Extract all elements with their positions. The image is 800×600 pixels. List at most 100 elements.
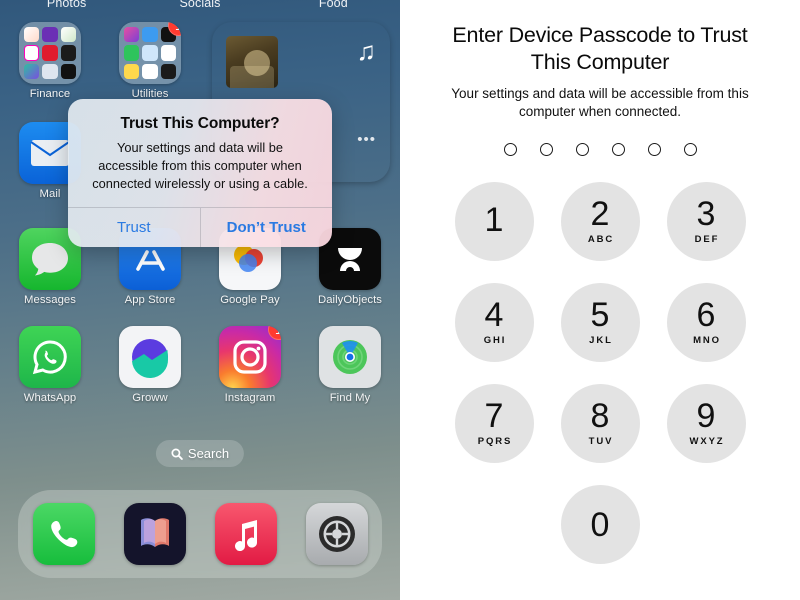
page-title-food: Food [318,0,348,10]
numeric-keypad: 1 2 ABC 3 DEF 4 GHI 5 JKL 6 MNO 7 PQRS 8… [454,182,746,565]
app-label-google-pay: Google Pay [220,294,280,306]
key-letters: WXYZ [689,435,725,447]
passcode-title: Enter Device Passcode to Trust This Comp… [452,23,748,75]
key-letters: GHI [483,334,507,346]
mini-icon [24,63,40,79]
phone-handset-glyph [50,521,77,548]
app-instagram[interactable]: 1 Instagram [200,326,300,422]
music-icon[interactable] [214,503,277,565]
envelope-glyph [30,140,70,166]
groww-glyph [132,339,169,379]
passcode-dots [503,143,697,157]
app-whatsapp[interactable]: WhatsApp [0,326,100,422]
gear-glyph [318,516,355,552]
app-label-instagram: Instagram [224,392,276,404]
page-title-photos: Photos [46,0,87,10]
search-icon [171,448,183,460]
passcode-subtitle: Your settings and data will be accessibl… [451,86,749,120]
key-1[interactable]: 1 [454,182,534,262]
mini-icon [42,63,58,79]
trust-button[interactable]: Trust [68,208,200,247]
passcode-dot [611,143,625,157]
app-label-mail: Mail [39,188,61,200]
app-groww[interactable]: Groww [100,326,200,422]
mini-icon [160,45,176,61]
folder-label-finance: Finance [29,88,71,100]
key-digit: 4 [484,296,504,335]
mini-icon [24,45,40,61]
dialog-actions: Trust Don’t Trust [68,207,333,248]
phone-icon[interactable] [32,503,95,565]
mini-icon [60,63,76,79]
key-digit: 5 [590,296,610,335]
mini-icon [142,45,158,61]
whatsapp-icon[interactable] [19,326,81,388]
instagram-camera-glyph [233,340,267,374]
mini-icon [60,45,76,61]
app-label-dailyobjects: DailyObjects [317,294,382,306]
safari-book-glyph [140,518,169,547]
find-my-icon[interactable] [319,326,381,388]
key-digit: 0 [590,505,610,544]
mini-icon [142,27,158,43]
key-letters: PQRS [477,435,513,447]
key-4[interactable]: 4 GHI [454,283,534,363]
trust-this-computer-dialog: Trust This Computer? Your settings and d… [68,99,333,248]
passcode-entry-screen: Enter Device Passcode to Trust This Comp… [400,0,800,600]
speech-bubble-glyph [32,243,68,276]
whatsapp-glyph [32,340,67,375]
mini-icon [42,27,58,43]
instagram-icon[interactable]: 1 [219,326,281,388]
app-label-groww: Groww [132,392,168,404]
passcode-dot [575,143,589,157]
passcode-dot [539,143,553,157]
folder-utilities-icon[interactable]: 1 [119,22,181,84]
search-pill[interactable]: Search [155,440,245,467]
mini-icon [124,63,140,79]
mini-icon [42,45,58,61]
iphone-home-screen: Photos Socials Food Finance 1 Utilities … [0,0,400,600]
key-digit: 2 [590,195,610,234]
dont-trust-button[interactable]: Don’t Trust [199,208,333,248]
album-artwork [226,36,278,88]
find-my-radar-glyph [333,340,367,374]
groww-icon[interactable] [119,326,181,388]
page-title-socials: Socials [179,0,221,10]
passcode-dot [647,143,661,157]
mini-icon [142,63,158,79]
safari-icon[interactable] [123,503,186,565]
mini-icon [124,45,140,61]
key-9[interactable]: 9 WXYZ [666,384,746,464]
app-find-my[interactable]: Find My [300,326,400,422]
app-label-app-store: App Store [124,294,176,306]
key-digit: 1 [484,200,504,239]
settings-gear-icon[interactable] [305,503,368,565]
music-note-icon: ♫ [356,36,377,66]
app-label-whatsapp: WhatsApp [23,392,77,404]
dialog-message: Your settings and data will be accessibl… [92,140,308,192]
dock [18,490,382,578]
dailyobjects-logo-glyph [338,248,362,271]
key-7[interactable]: 7 PQRS [454,384,534,464]
key-5[interactable]: 5 JKL [560,283,640,363]
key-letters: JKL [589,334,613,346]
music-note-glyph [234,520,257,551]
app-label-find-my: Find My [329,392,371,404]
mini-icon [24,27,40,43]
key-letters: DEF [694,233,720,245]
page-title-row: Photos Socials Food [0,0,400,10]
folder-finance-icon[interactable] [19,22,81,84]
screenshot-root: Photos Socials Food Finance 1 Utilities … [0,0,800,600]
key-6[interactable]: 6 MNO [666,283,746,363]
app-label-messages: Messages [24,294,76,306]
dialog-title: Trust This Computer? [120,115,280,132]
key-2[interactable]: 2 ABC [560,182,640,262]
mini-icon [160,63,176,79]
key-0[interactable]: 0 [560,485,640,565]
key-8[interactable]: 8 TUV [560,384,640,464]
key-3[interactable]: 3 DEF [666,182,746,262]
search-label: Search [187,446,230,461]
mini-icon [60,27,76,43]
passcode-dot [683,143,697,157]
key-letters: MNO [693,334,721,346]
